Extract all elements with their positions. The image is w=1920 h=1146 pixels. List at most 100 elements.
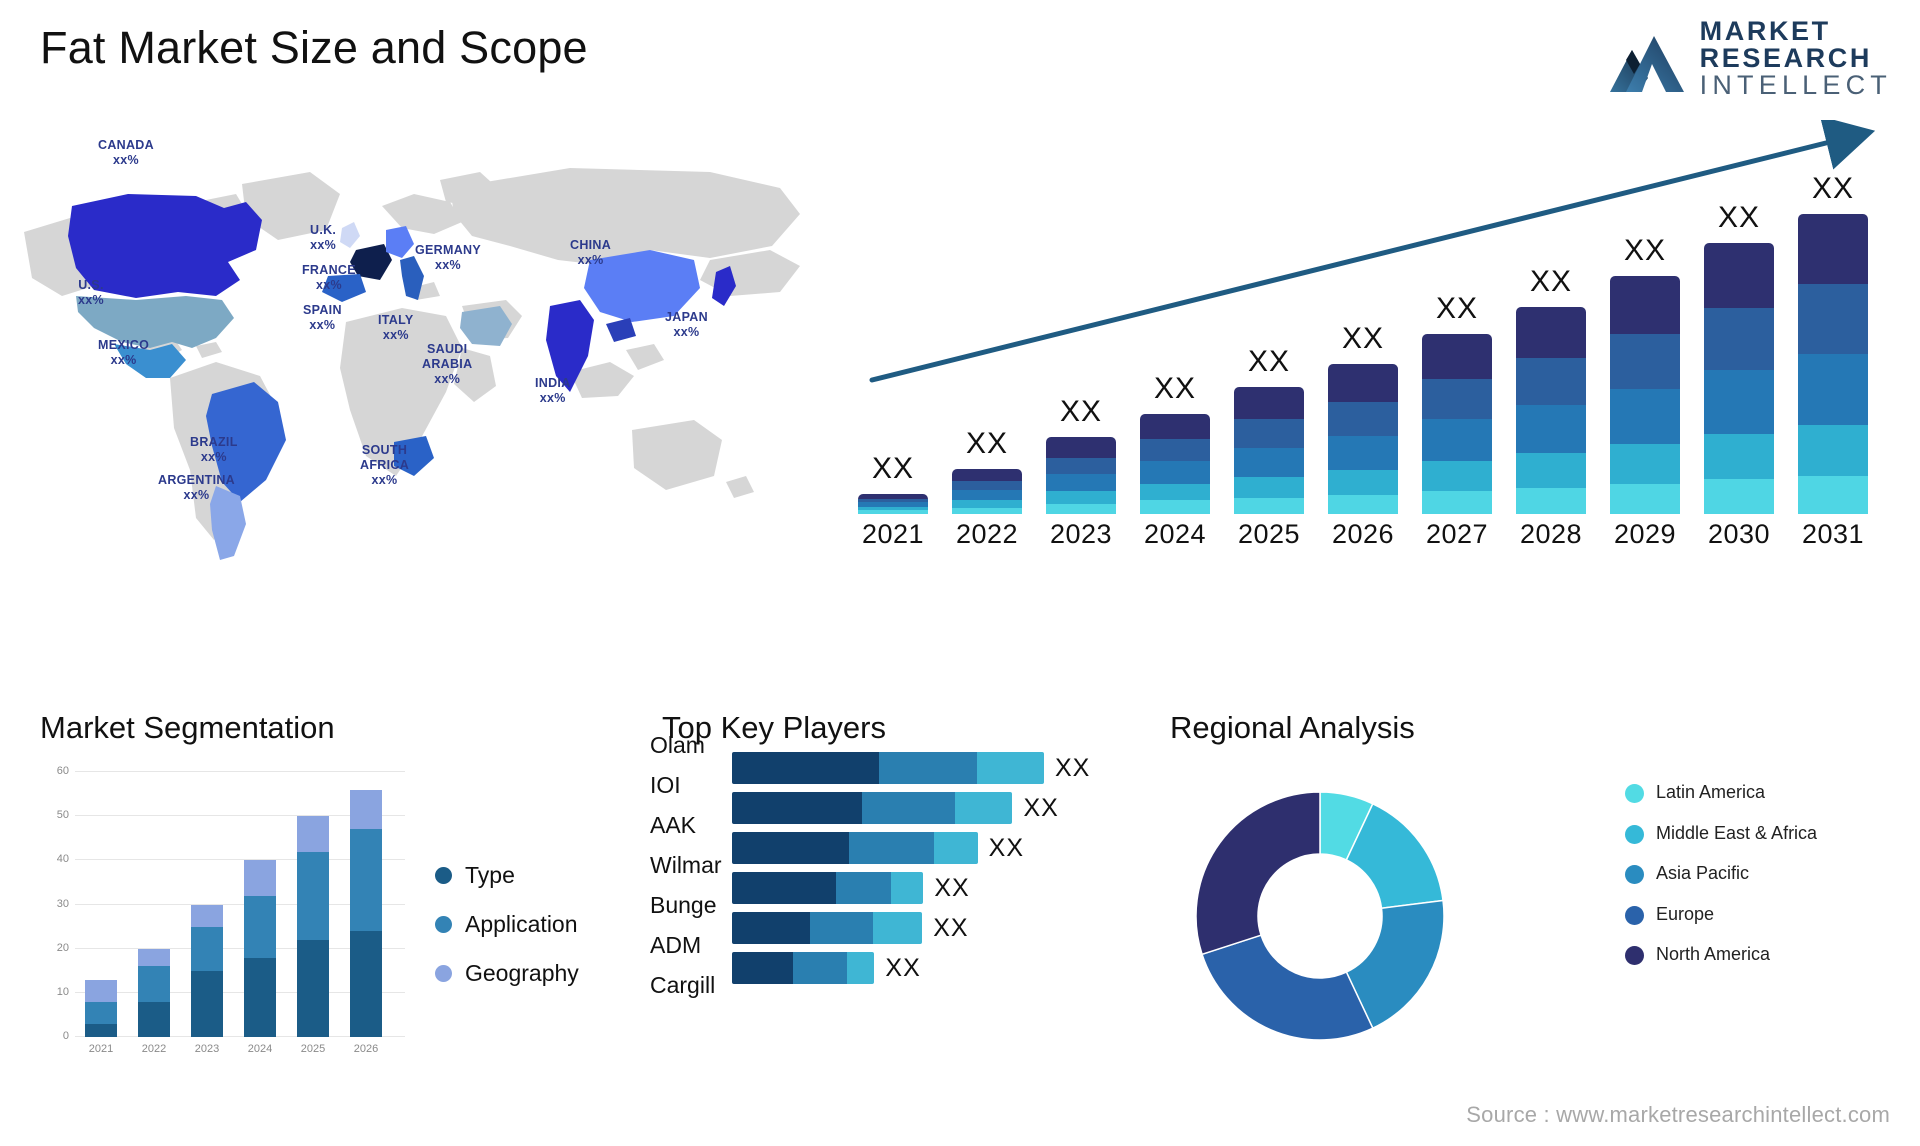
key-player-segment-seg-dark [732, 792, 863, 824]
bar-year-label: 2021 [861, 519, 925, 549]
key-player-segment-seg-dark [732, 952, 793, 984]
region-legend-item-middle-east-africa[interactable]: Middle East & Africa [1625, 823, 1817, 845]
bar-value-label: XX [1435, 292, 1479, 325]
bar-year-label: 2022 [955, 519, 1019, 549]
map-label-value: xx% [309, 317, 336, 332]
map-label-mexico: MEXICO xx% [98, 338, 149, 368]
bar-stack [1046, 436, 1116, 514]
bar-value-label: XX [1247, 344, 1291, 378]
map-label-value: xx% [577, 252, 604, 267]
bar-value-label: XX [1717, 201, 1761, 235]
seg-bar-2024: 2024 [244, 860, 276, 1055]
bar-segment-segment-4-steel [1046, 457, 1116, 474]
bar-column-2024: XX 2024 [1140, 372, 1210, 549]
map-label-name: U.S. [78, 278, 104, 292]
legend-dot-icon [1625, 865, 1644, 885]
seg-legend-item-type[interactable]: Type [435, 862, 579, 889]
market-segmentation-plot: 0 10 20 30 40 50 60 2021 2022 2023 2024 2025 2026 [57, 765, 405, 1055]
map-label-argentina: ARGENTINA xx% [158, 473, 235, 503]
legend-dot-icon [435, 916, 452, 933]
key-player-value-label: XX [1023, 793, 1059, 822]
key-player-bar-row: XX [732, 952, 921, 984]
seg-x-label: 2025 [300, 1043, 326, 1055]
bar-segment-segment-2-cyan [1328, 470, 1398, 495]
map-label-name: CHINA [570, 238, 612, 252]
bar-segment-segment-5-navy [1234, 386, 1304, 420]
region-legend-label: Asia Pacific [1656, 863, 1750, 884]
key-player-name-wilmar: Wilmar [650, 852, 722, 878]
seg-y-tick-label: 0 [62, 1030, 69, 1042]
map-label-name: MEXICO [98, 338, 150, 352]
bar-segment-segment-2-cyan [952, 500, 1022, 508]
region-legend-item-europe[interactable]: Europe [1625, 904, 1817, 926]
key-player-segment-seg-dark [732, 872, 837, 904]
seg-bar-2021: 2021 [85, 979, 117, 1055]
key-player-segment-seg-dark [732, 912, 811, 944]
map-label-name: FRANCE [302, 263, 356, 277]
regional-analysis-title: Regional Analysis [1170, 710, 1415, 745]
donut-slice-north-america[interactable] [1195, 791, 1321, 956]
forecast-bar-chart: XX 2021 XX 2022 XX 2023 XX 2024 XX 2025 XX 2026 XX 20… [840, 120, 1910, 550]
key-player-name-adm: ADM [650, 932, 702, 958]
bar-stack [1140, 414, 1210, 514]
bar-year-label: 2030 [1707, 519, 1771, 549]
bar-stack [1704, 243, 1774, 514]
bar-segment-segment-2-cyan [1234, 476, 1304, 498]
map-label-name: U.K. [310, 223, 337, 237]
bar-segment-segment-5-navy [1610, 275, 1680, 334]
legend-dot-icon [435, 867, 452, 884]
seg-segment-geography [244, 860, 276, 896]
key-player-segment-seg-mid [810, 912, 874, 944]
seg-legend-item-geography[interactable]: Geography [435, 960, 579, 987]
bar-column-2028: XX 2028 [1516, 265, 1586, 549]
bar-segment-segment-4-steel [1610, 334, 1680, 389]
key-player-segment-seg-mid [862, 792, 955, 824]
bar-value-label: XX [965, 426, 1009, 460]
regional-analysis-section: Regional Analysis Latin America Middle Ea… [1170, 710, 1910, 1110]
key-player-bar-row: XX [732, 872, 970, 904]
map-label-france: FRANCE xx% [302, 263, 356, 293]
bar-segment-segment-2-cyan [1046, 491, 1116, 504]
bar-year-label: 2025 [1237, 519, 1301, 549]
bar-segment-segment-3-blue [952, 490, 1022, 501]
map-label-name: INDIA [535, 376, 571, 390]
map-label-name: ARGENTINA [158, 473, 236, 487]
key-player-value-label: XX [934, 873, 970, 902]
key-player-value-label: XX [885, 953, 921, 982]
region-legend-item-north-america[interactable]: North America [1625, 944, 1817, 966]
bar-value-label: XX [1623, 233, 1667, 267]
bar-year-label: 2026 [1331, 519, 1395, 549]
seg-y-tick-label: 60 [56, 765, 69, 777]
map-label-italy: ITALY xx% [378, 313, 414, 343]
bar-segment-segment-1-light-cyan [1328, 494, 1398, 514]
seg-bar-2026: 2026 [350, 789, 382, 1055]
map-label-japan: JAPAN xx% [665, 310, 708, 340]
bar-segment-segment-5-navy [1046, 436, 1116, 458]
map-label-value: xx% [110, 352, 137, 367]
region-legend-item-asia-pacific[interactable]: Asia Pacific [1625, 863, 1817, 885]
seg-x-label: 2026 [353, 1043, 379, 1055]
key-player-segment-seg-mid [836, 872, 891, 904]
seg-gridline: 60 [57, 765, 405, 777]
bar-segment-segment-4-steel [1516, 357, 1586, 405]
legend-dot-icon [1625, 784, 1644, 803]
seg-x-label: 2021 [88, 1043, 114, 1055]
key-player-bar-row: XX [732, 752, 1090, 784]
donut-slice-europe[interactable] [1201, 934, 1374, 1041]
key-player-segment-seg-mid [849, 832, 935, 864]
region-legend-item-latin-america[interactable]: Latin America [1625, 782, 1817, 804]
bar-value-label: XX [871, 452, 915, 485]
bar-segment-segment-4-steel [1704, 307, 1774, 371]
bar-segment-segment-1-light-cyan [1422, 491, 1492, 514]
map-label-value: xx% [539, 390, 566, 405]
seg-bar-2023: 2023 [191, 904, 223, 1055]
bar-segment-segment-1-light-cyan [1610, 484, 1680, 514]
seg-x-label: 2023 [194, 1043, 220, 1055]
bar-stack [952, 468, 1022, 514]
bar-segment-segment-1-light-cyan [1798, 475, 1868, 514]
seg-legend-item-application[interactable]: Application [435, 911, 579, 938]
bar-column-2030: XX 2030 [1704, 201, 1774, 549]
bar-segment-segment-5-navy [1328, 364, 1398, 403]
map-label-name: SAUDI ARABIA [422, 342, 473, 371]
bar-segment-segment-1-light-cyan [858, 510, 928, 514]
